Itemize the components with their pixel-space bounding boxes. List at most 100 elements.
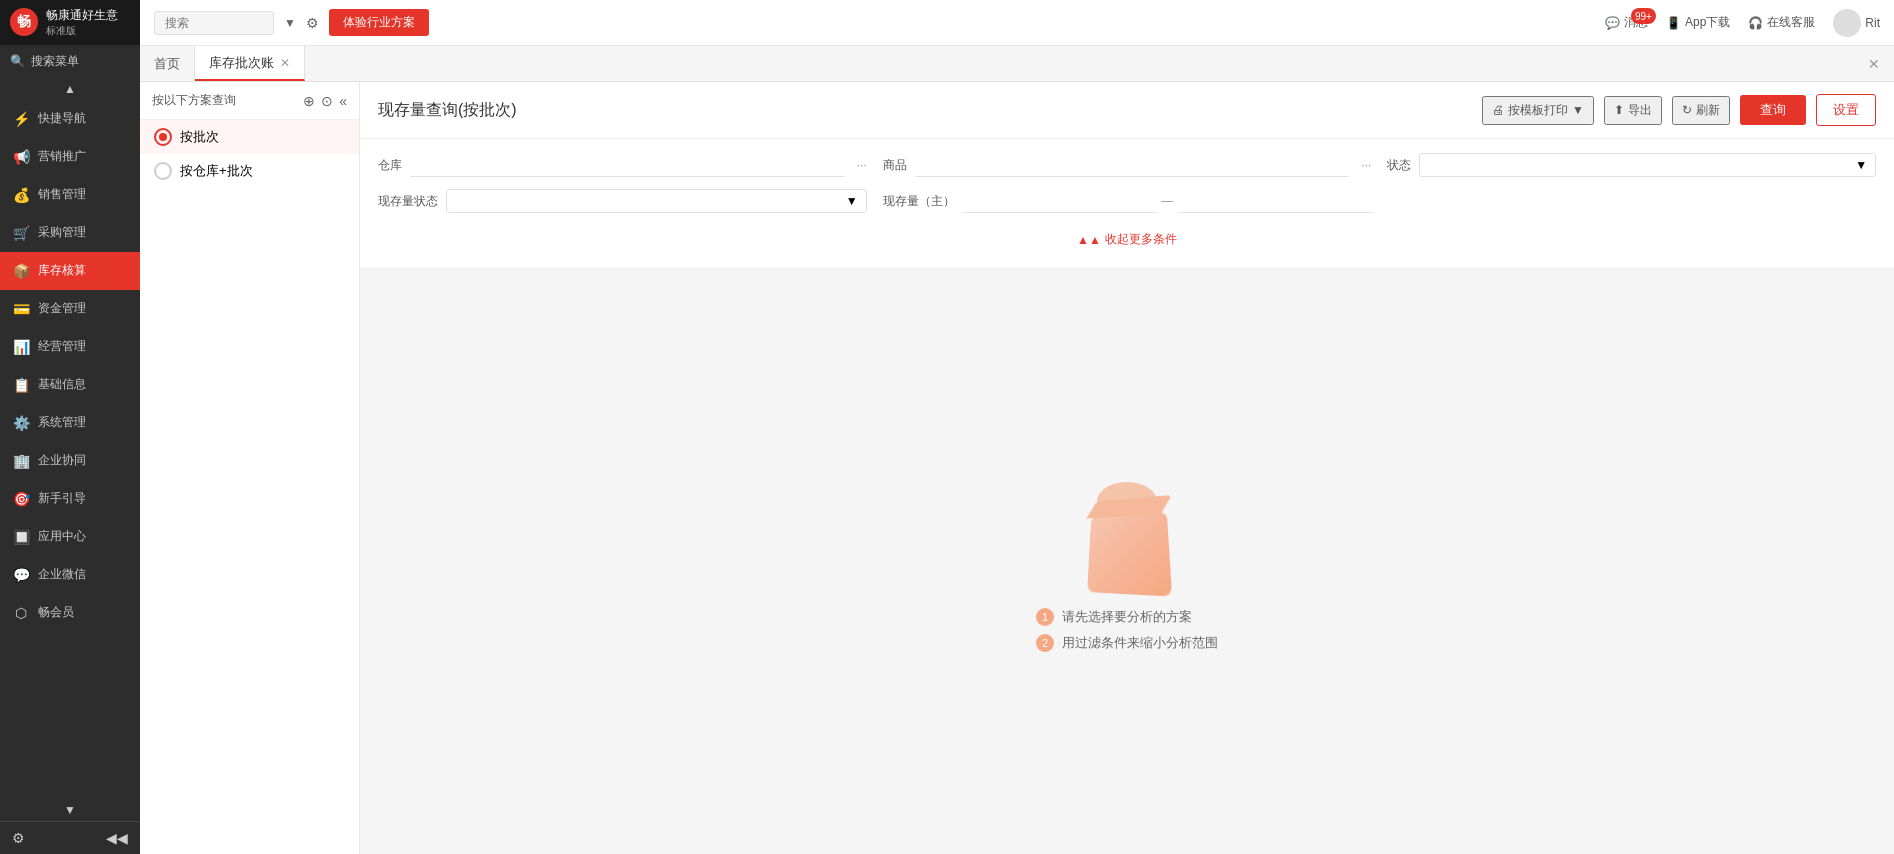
sidebar-item-operations[interactable]: 📊 经营管理: [0, 328, 140, 366]
sidebar-item-inventory[interactable]: 📦 库存核算: [0, 252, 140, 290]
tab-home[interactable]: 首页: [140, 46, 195, 81]
tab-close-icon[interactable]: ✕: [280, 56, 290, 70]
scroll-up-button[interactable]: ▲: [0, 78, 140, 100]
goods-input[interactable]: [915, 154, 1350, 177]
sidebar-item-label: 经营管理: [38, 338, 86, 355]
operations-icon: 📊: [12, 338, 30, 356]
newbie-icon: 🎯: [12, 490, 30, 508]
topbar-dropdown-button[interactable]: ▼: [284, 16, 296, 30]
sidebar-item-basic[interactable]: 📋 基础信息: [0, 366, 140, 404]
inventory-status-select[interactable]: ▼: [446, 189, 867, 213]
export-button[interactable]: ⬆ 导出: [1604, 96, 1662, 125]
username-label: Rit: [1865, 16, 1880, 30]
phone-icon: 📱: [1666, 16, 1681, 30]
sidebar-item-sales[interactable]: 💰 销售管理: [0, 176, 140, 214]
collapse-sidebar-icon[interactable]: ◀◀: [106, 830, 128, 846]
avatar: [1833, 9, 1861, 37]
tip-text-2: 用过滤条件来缩小分析范围: [1062, 634, 1218, 652]
warehouse-label: 仓库: [378, 157, 402, 174]
sidebar-item-app-center[interactable]: 🔲 应用中心: [0, 518, 140, 556]
search-menu[interactable]: 🔍 搜索菜单: [0, 45, 140, 78]
tab-panel-close-button[interactable]: ✕: [1868, 56, 1894, 72]
experience-button[interactable]: 体验行业方案: [329, 9, 429, 36]
inventory-qty-range: —: [963, 190, 1372, 213]
page-title: 现存量查询(按批次): [378, 100, 517, 121]
sidebar-item-label: 企业微信: [38, 566, 86, 583]
message-icon: 💬: [1605, 16, 1620, 30]
scroll-down-button[interactable]: ▼: [0, 799, 140, 821]
inventory-qty-min-input[interactable]: [963, 190, 1155, 213]
sidebar-item-enterprise[interactable]: 🏢 企业协同: [0, 442, 140, 480]
scheme-settings-button[interactable]: ⊙: [321, 93, 333, 109]
topbar: ▼ ⚙ 体验行业方案 💬 消息 99+ 📱 App下载 🎧 在线客服 Rit: [140, 0, 1894, 46]
scheme-label: 按批次: [180, 128, 219, 146]
sidebar-item-label: 销售管理: [38, 186, 86, 203]
status-label: 状态: [1387, 157, 1411, 174]
goods-label: 商品: [883, 157, 907, 174]
refresh-button[interactable]: ↻ 刷新: [1672, 96, 1730, 125]
empty-box: [1087, 511, 1172, 596]
settings-button[interactable]: 设置: [1816, 94, 1876, 126]
tab-home-label: 首页: [154, 55, 180, 73]
print-icon: 🖨: [1492, 103, 1504, 117]
print-button[interactable]: 🖨 按模板打印 ▼: [1482, 96, 1594, 125]
print-dropdown-icon: ▼: [1572, 103, 1584, 117]
filter-inventory-qty: 现存量（主） —: [883, 190, 1372, 213]
filter-row-2: 现存量状态 ▼ 现存量（主） —: [378, 189, 1876, 213]
sidebar-item-member[interactable]: ⬡ 畅会员: [0, 594, 140, 632]
filter-area: 仓库 ··· 商品 ··· 状态 ▼: [360, 139, 1894, 269]
topbar-search-input[interactable]: [154, 11, 274, 35]
sidebar-item-label: 采购管理: [38, 224, 86, 241]
left-panel-actions: ⊕ ⊙ «: [303, 93, 347, 109]
sidebar-footer: ⚙ ◀◀: [0, 821, 140, 854]
search-icon: 🔍: [10, 54, 25, 68]
collapse-label: 收起更多条件: [1105, 231, 1177, 248]
enterprise-icon: 🏢: [12, 452, 30, 470]
empty-illustration: [1067, 472, 1187, 592]
empty-tips: 1 请先选择要分析的方案 2 用过滤条件来缩小分析范围: [1036, 608, 1218, 652]
sidebar-item-label: 系统管理: [38, 414, 86, 431]
goods-more-icon[interactable]: ···: [1361, 158, 1371, 172]
app-title: 畅康通好生意: [46, 8, 118, 24]
basic-icon: 📋: [12, 376, 30, 394]
purchase-icon: 🛒: [12, 224, 30, 242]
scheme-item-by-warehouse-batch[interactable]: 按仓库+批次: [140, 154, 359, 188]
add-scheme-button[interactable]: ⊕: [303, 93, 315, 109]
sales-icon: 💰: [12, 186, 30, 204]
tip-number-2: 2: [1036, 634, 1054, 652]
inventory-qty-max-input[interactable]: [1179, 190, 1371, 213]
collapse-filters-button[interactable]: ▲▲ 收起更多条件: [378, 225, 1876, 254]
sidebar-item-purchase[interactable]: 🛒 采购管理: [0, 214, 140, 252]
query-button[interactable]: 查询: [1740, 95, 1806, 125]
user-menu-button[interactable]: Rit: [1833, 9, 1880, 37]
inventory-icon: 📦: [12, 262, 30, 280]
collapse-left-panel-button[interactable]: «: [339, 93, 347, 109]
settings-icon[interactable]: ⚙: [12, 830, 25, 846]
sidebar: 畅 畅康通好生意 标准版 🔍 搜索菜单 ▲ ⚡ 快捷导航 📢 营销推广 💰 销售…: [0, 0, 140, 854]
inventory-qty-label: 现存量（主）: [883, 193, 955, 210]
sidebar-item-enterprise-wechat[interactable]: 💬 企业微信: [0, 556, 140, 594]
sidebar-item-system[interactable]: ⚙️ 系统管理: [0, 404, 140, 442]
sidebar-item-quick-nav[interactable]: ⚡ 快捷导航: [0, 100, 140, 138]
app-logo: 畅: [10, 8, 38, 36]
sidebar-item-label: 新手引导: [38, 490, 86, 507]
sidebar-item-marketing[interactable]: 📢 营销推广: [0, 138, 140, 176]
messages-button[interactable]: 💬 消息 99+: [1605, 14, 1648, 31]
topbar-right: 💬 消息 99+ 📱 App下载 🎧 在线客服 Rit: [1605, 9, 1880, 37]
sidebar-item-newbie[interactable]: 🎯 新手引导: [0, 480, 140, 518]
page-header: 现存量查询(按批次) 🖨 按模板打印 ▼ ⬆ 导出 ↻ 刷新: [360, 82, 1894, 139]
warehouse-input[interactable]: [410, 154, 845, 177]
sidebar-item-finance[interactable]: 💳 资金管理: [0, 290, 140, 328]
warehouse-more-icon[interactable]: ···: [857, 158, 867, 172]
scheme-label: 按仓库+批次: [180, 162, 253, 180]
app-download-button[interactable]: 📱 App下载: [1666, 14, 1730, 31]
topbar-gear-button[interactable]: ⚙: [306, 15, 319, 31]
online-service-button[interactable]: 🎧 在线客服: [1748, 14, 1815, 31]
tab-batch-account[interactable]: 库存批次账 ✕: [195, 46, 305, 81]
finance-icon: 💳: [12, 300, 30, 318]
scheme-item-by-batch[interactable]: 按批次: [140, 120, 359, 154]
status-select[interactable]: ▼: [1419, 153, 1876, 177]
app-subtitle: 标准版: [46, 24, 118, 37]
marketing-icon: 📢: [12, 148, 30, 166]
tip-number-1: 1: [1036, 608, 1054, 626]
